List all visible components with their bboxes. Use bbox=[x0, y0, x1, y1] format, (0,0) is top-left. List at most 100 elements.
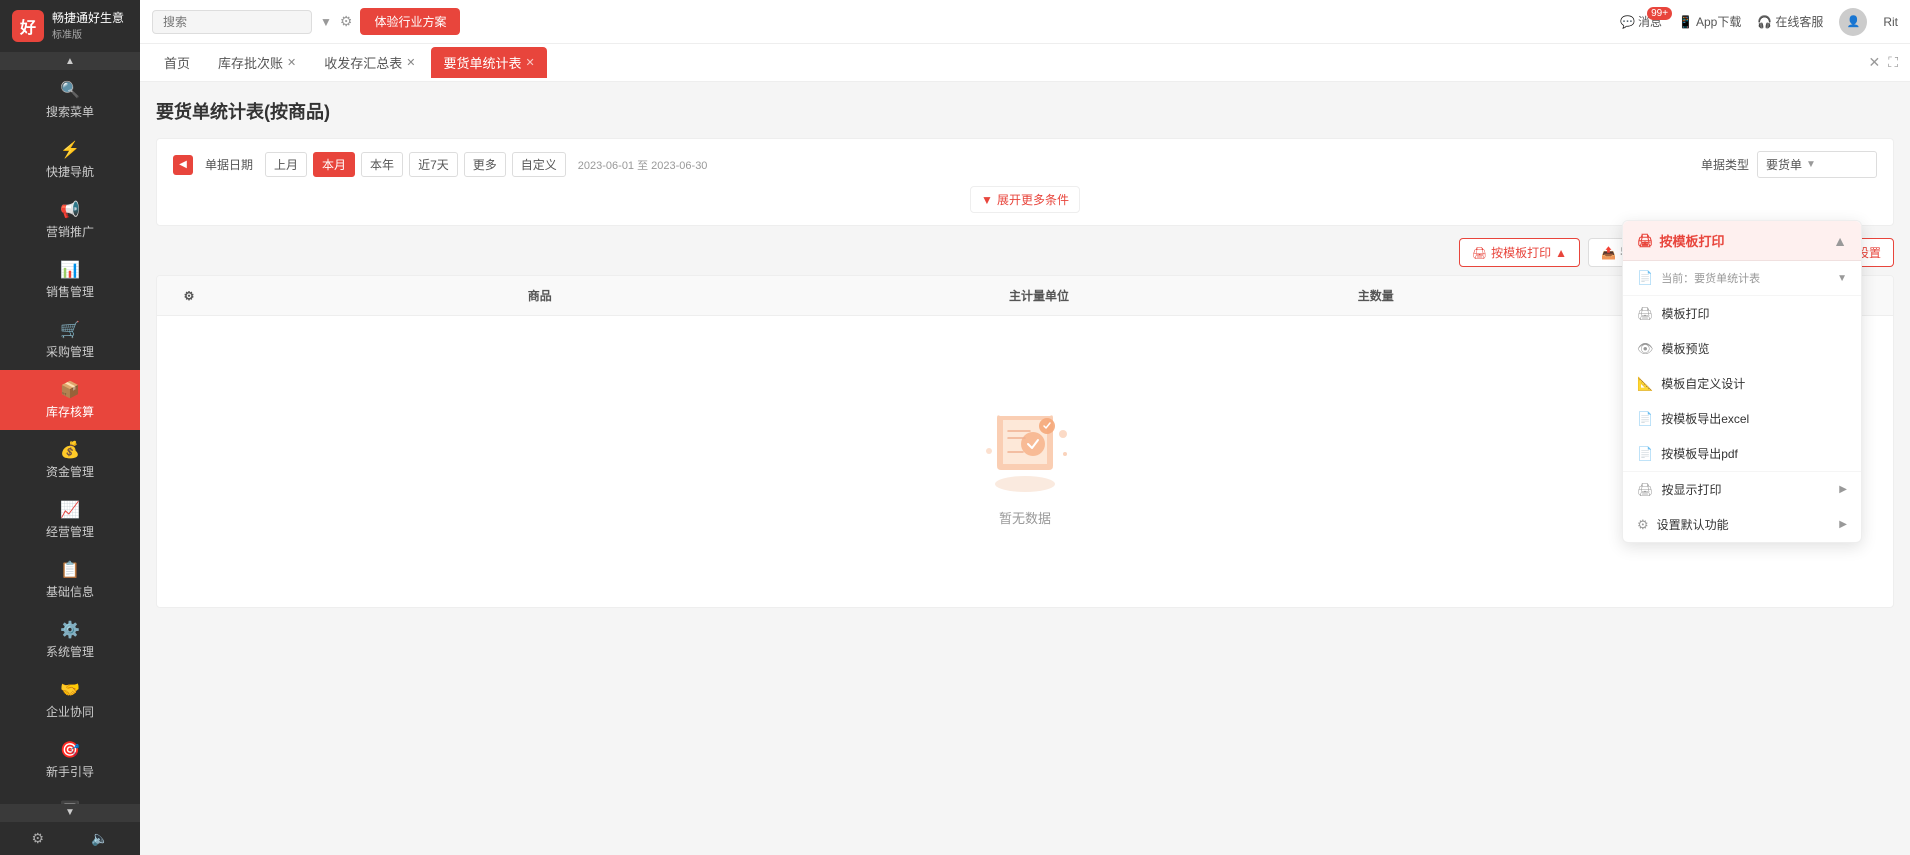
apps-icon: 🔲 bbox=[60, 800, 80, 804]
topbar-online-service[interactable]: 🎧 在线客服 bbox=[1757, 13, 1823, 30]
sidebar-item-purchase[interactable]: 🛒 采购管理 bbox=[0, 310, 140, 370]
select-chevron-icon: ▼ bbox=[1806, 159, 1816, 170]
topbar-app-download[interactable]: 📱 App下载 bbox=[1678, 13, 1741, 30]
tabs-bar: 首页 库存批次账 ✕ 收发存汇总表 ✕ 要货单统计表 ✕ ✕ ⛶ bbox=[140, 44, 1910, 82]
topbar: ▼ ⚙ 体验行业方案 💬 消息 99+ 📱 App下载 🎧 在线客服 👤 Rit bbox=[140, 0, 1910, 44]
tab-home[interactable]: 首页 bbox=[152, 47, 202, 78]
tab-collection-close[interactable]: ✕ bbox=[406, 56, 415, 69]
dropdown-item-template-print[interactable]: 🖨 模板打印 bbox=[1623, 296, 1861, 331]
col-header-product: 商品 bbox=[209, 287, 871, 304]
dropdown-current-item[interactable]: 📄 当前：要货单统计表 ▼ bbox=[1623, 261, 1861, 295]
date-btn-last-month[interactable]: 上月 bbox=[265, 152, 307, 177]
window-close-icon[interactable]: ✕ bbox=[1868, 54, 1880, 71]
search-nav-icon: 🔍 bbox=[60, 80, 80, 100]
tabs-window-controls: ✕ ⛶ bbox=[1868, 54, 1898, 71]
display-print-icon: 🖨 bbox=[1637, 482, 1654, 498]
date-btn-this-month[interactable]: 本月 bbox=[313, 152, 355, 177]
print-template-header-icon: 🖨 bbox=[1637, 233, 1654, 249]
template-print-icon: 🖨 bbox=[1637, 306, 1654, 322]
dropdown-item-template-excel[interactable]: 📄 按模板导出excel bbox=[1623, 401, 1861, 436]
dropdown-header: 🖨 按模板打印 ▲ bbox=[1623, 221, 1861, 261]
date-range-text: 2023-06-01 至 2023-06-30 bbox=[578, 157, 708, 173]
expand-icon: ▼ bbox=[981, 193, 993, 207]
app-logo-icon: 好 bbox=[12, 10, 44, 42]
template-excel-icon: 📄 bbox=[1637, 411, 1653, 427]
main-area: ▼ ⚙ 体验行业方案 💬 消息 99+ 📱 App下载 🎧 在线客服 👤 Rit… bbox=[140, 0, 1910, 855]
message-icon: 💬 bbox=[1620, 15, 1635, 29]
tab-batch-close[interactable]: ✕ bbox=[287, 56, 296, 69]
sidebar-item-quicknav[interactable]: ⚡ 快捷导航 bbox=[0, 130, 140, 190]
phone-icon: 📱 bbox=[1678, 15, 1693, 29]
tab-order-stat[interactable]: 要货单统计表 ✕ bbox=[431, 47, 546, 78]
inventory-icon: 📦 bbox=[60, 380, 80, 400]
export-icon: 📤 bbox=[1601, 246, 1616, 260]
dropdown-close-btn[interactable]: ▲ bbox=[1833, 233, 1847, 249]
print-icon: 🖨 bbox=[1472, 246, 1487, 260]
date-btn-custom[interactable]: 自定义 bbox=[512, 152, 566, 177]
dropdown-item-template-pdf[interactable]: 📄 按模板导出pdf bbox=[1623, 436, 1861, 471]
basic-icon: 📋 bbox=[60, 560, 80, 580]
col-header-qty: 主数量 bbox=[1207, 287, 1544, 304]
dropdown-default-func[interactable]: ⚙ 设置默认功能 ▶ bbox=[1623, 507, 1861, 542]
template-preview-icon: 👁 bbox=[1637, 341, 1654, 357]
content-area: 要货单统计表(按商品) ◀ 单据日期 上月 本月 本年 近7天 更多 自定义 2… bbox=[140, 82, 1910, 855]
dropdown-bottom-section: 🖨 按显示打印 ▶ ⚙ 设置默认功能 ▶ bbox=[1623, 472, 1861, 542]
dropdown-current-section: 📄 当前：要货单统计表 ▼ bbox=[1623, 261, 1861, 296]
window-maximize-icon[interactable]: ⛶ bbox=[1888, 54, 1898, 71]
sidebar-item-apps[interactable]: 🔲 应用中心 bbox=[0, 790, 140, 804]
topbar-messages[interactable]: 💬 消息 99+ bbox=[1620, 13, 1662, 30]
current-chevron-icon: ▼ bbox=[1837, 273, 1847, 284]
filter-row-2: ▼ 展开更多条件 bbox=[173, 186, 1877, 213]
sidebar-scroll-up[interactable]: ▲ bbox=[0, 53, 140, 70]
tab-order-stat-close[interactable]: ✕ bbox=[526, 56, 535, 69]
expand-filter-btn[interactable]: ▼ 展开更多条件 bbox=[970, 186, 1080, 213]
system-icon: ⚙️ bbox=[60, 620, 80, 640]
mute-bottom-icon[interactable]: 🔈 bbox=[91, 830, 108, 847]
tab-batch[interactable]: 库存批次账 ✕ bbox=[206, 47, 308, 78]
empty-text: 暂无数据 bbox=[999, 508, 1051, 527]
finance-icon: 💰 bbox=[60, 440, 80, 460]
sidebar: 好 畅捷通好生意 标准版 ▲ 🔍 搜索菜单 ⚡ 快捷导航 📢 营销推广 📊 销售… bbox=[0, 0, 140, 855]
empty-state-icon bbox=[975, 396, 1075, 496]
quicknav-icon: ⚡ bbox=[60, 140, 80, 160]
date-btn-more[interactable]: 更多 bbox=[464, 152, 506, 177]
sidebar-item-finance[interactable]: 💰 资金管理 bbox=[0, 430, 140, 490]
sidebar-item-system[interactable]: ⚙️ 系统管理 bbox=[0, 610, 140, 670]
table-settings-icon[interactable]: ⚙ bbox=[184, 289, 195, 303]
date-btn-7days[interactable]: 近7天 bbox=[409, 152, 458, 177]
marketing-icon: 📢 bbox=[60, 200, 80, 220]
topbar-avatar[interactable]: 👤 bbox=[1839, 8, 1867, 36]
col-header-unit: 主计量单位 bbox=[871, 287, 1208, 304]
sidebar-item-guide[interactable]: 🎯 新手引导 bbox=[0, 730, 140, 790]
print-dropdown-menu: 🖨 按模板打印 ▲ 📄 当前：要货单统计表 ▼ 🖨 模板打印 bbox=[1622, 220, 1862, 543]
tab-collection[interactable]: 收发存汇总表 ✕ bbox=[312, 47, 427, 78]
dropdown-display-print[interactable]: 🖨 按显示打印 ▶ bbox=[1623, 472, 1861, 507]
sidebar-item-marketing[interactable]: 📢 营销推广 bbox=[0, 190, 140, 250]
sidebar-bottom: ⚙ 🔈 bbox=[0, 821, 140, 855]
industry-btn[interactable]: 体验行业方案 bbox=[360, 8, 460, 35]
display-print-chevron-icon: ▶ bbox=[1839, 484, 1847, 495]
sidebar-scroll-down[interactable]: ▼ bbox=[0, 804, 140, 821]
sidebar-nav: 🔍 搜索菜单 ⚡ 快捷导航 📢 营销推广 📊 销售管理 🛒 采购管理 📦 库存核… bbox=[0, 70, 140, 804]
topbar-gear-icon[interactable]: ⚙ bbox=[340, 13, 353, 30]
doc-type-select[interactable]: 要货单 ▼ bbox=[1757, 151, 1877, 178]
topbar-chevron-icon[interactable]: ▼ bbox=[320, 15, 332, 29]
topbar-username[interactable]: Rit bbox=[1883, 15, 1898, 29]
sidebar-item-inventory[interactable]: 📦 库存核算 bbox=[0, 370, 140, 430]
template-pdf-icon: 📄 bbox=[1637, 446, 1653, 462]
template-design-icon: 📐 bbox=[1637, 376, 1653, 392]
sidebar-item-basic[interactable]: 📋 基础信息 bbox=[0, 550, 140, 610]
dropdown-title: 🖨 按模板打印 bbox=[1637, 231, 1725, 250]
sidebar-item-collab[interactable]: 🤝 企业协同 bbox=[0, 670, 140, 730]
sidebar-item-search[interactable]: 🔍 搜索菜单 bbox=[0, 70, 140, 130]
date-btn-this-year[interactable]: 本年 bbox=[361, 152, 403, 177]
settings-bottom-icon[interactable]: ⚙ bbox=[32, 830, 45, 847]
sidebar-item-operation[interactable]: 📈 经营管理 bbox=[0, 490, 140, 550]
dropdown-item-template-design[interactable]: 📐 模板自定义设计 bbox=[1623, 366, 1861, 401]
sidebar-item-sales[interactable]: 📊 销售管理 bbox=[0, 250, 140, 310]
topbar-search-input[interactable] bbox=[152, 10, 312, 34]
filter-card: ◀ 单据日期 上月 本月 本年 近7天 更多 自定义 2023-06-01 至 … bbox=[156, 138, 1894, 226]
dropdown-item-template-preview[interactable]: 👁 模板预览 bbox=[1623, 331, 1861, 366]
filter-collapse-btn[interactable]: ◀ bbox=[173, 155, 193, 175]
print-template-btn[interactable]: 🖨 按模板打印 ▲ bbox=[1459, 238, 1580, 267]
